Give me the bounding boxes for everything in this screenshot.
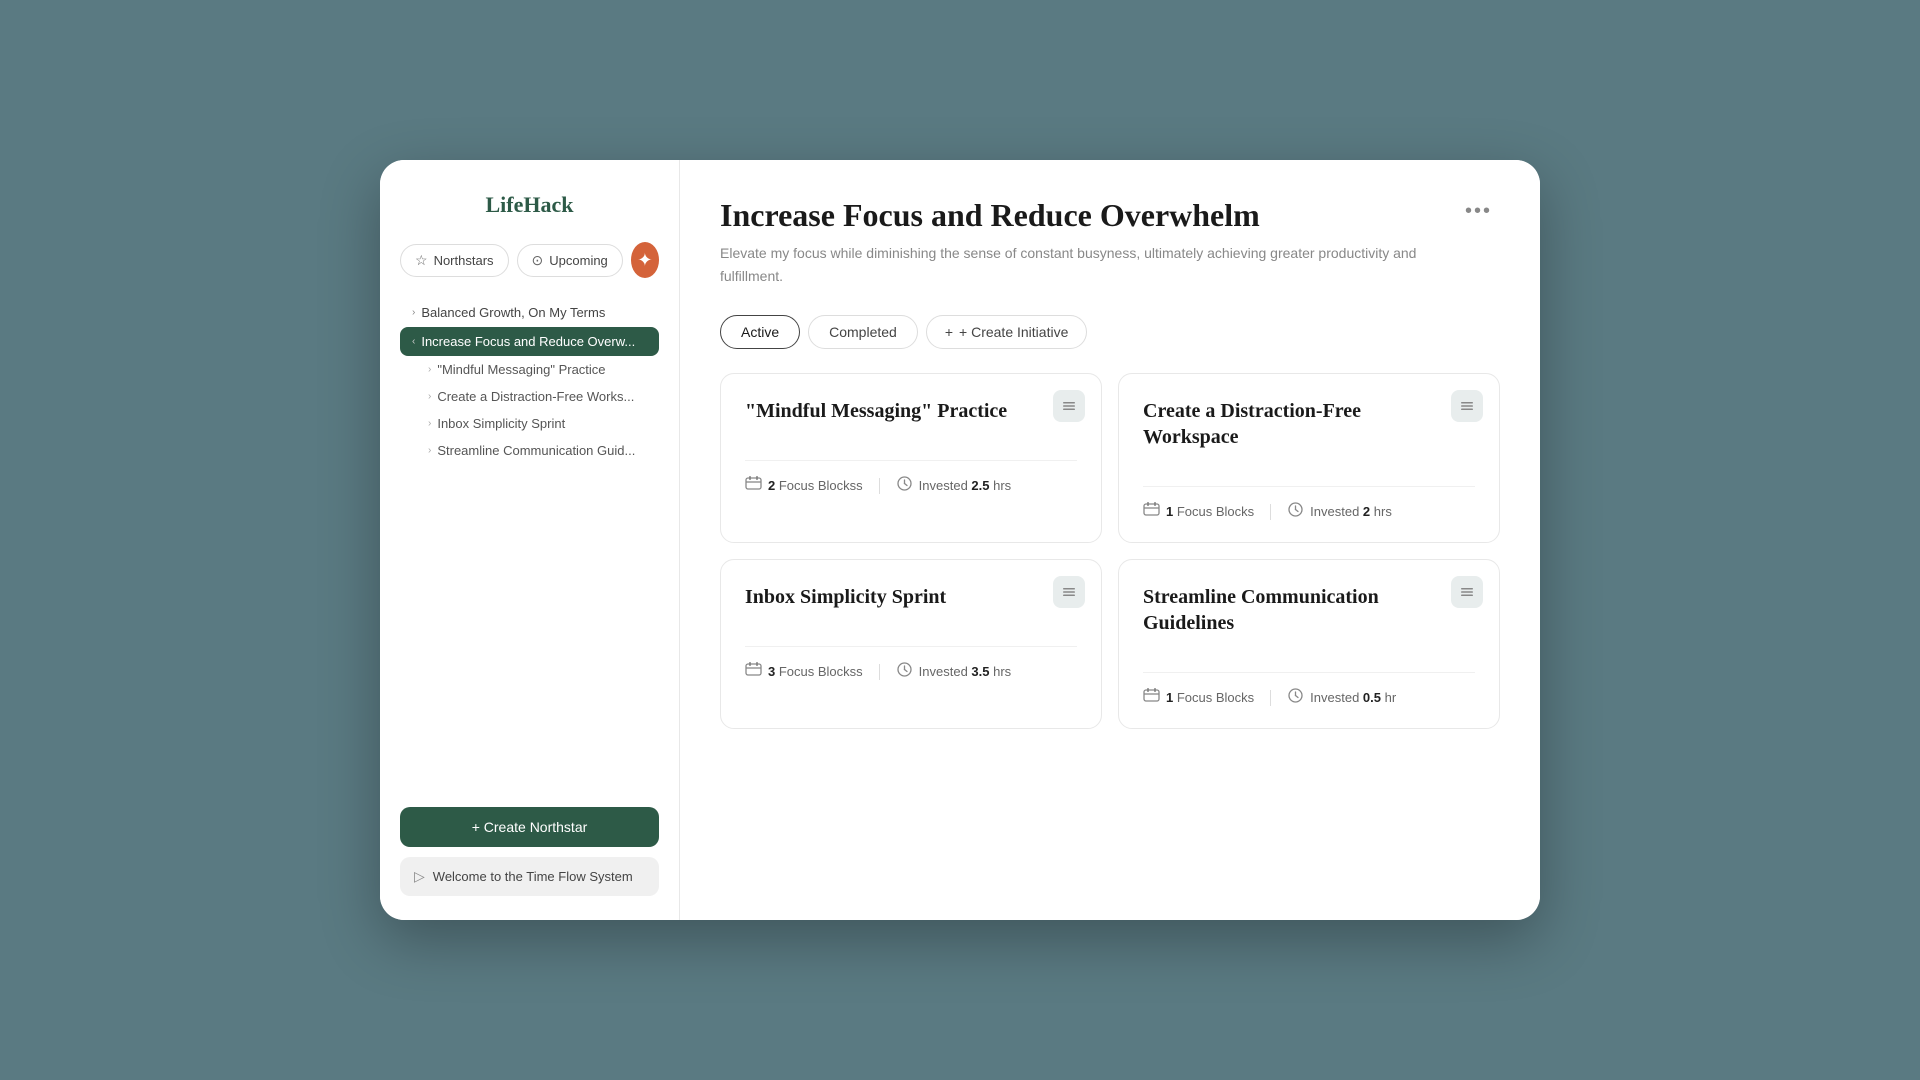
card-menu-button[interactable] (1053, 390, 1085, 422)
tree-child-inbox-simplicity[interactable]: › Inbox Simplicity Sprint (400, 410, 659, 437)
invested-value: Invested 2 hrs (1310, 504, 1392, 519)
device-frame: LifeHack ☆ Northstars ⊙ Upcoming ✦ › Bal… (380, 160, 1540, 920)
tab-completed[interactable]: Completed (808, 315, 918, 349)
invested-stat: Invested 3.5 hrs (896, 661, 1012, 682)
card-stats: 1 Focus Blocks Invested 2 hrs (1143, 486, 1475, 522)
main-header: Increase Focus and Reduce Overwhelm ••• (720, 196, 1500, 234)
invested-stat: Invested 2.5 hrs (896, 475, 1012, 496)
focus-blocks-count: 3 Focus Blockss (768, 664, 863, 679)
focus-blocks-stat: 3 Focus Blockss (745, 661, 863, 682)
upcoming-tab[interactable]: ⊙ Upcoming (517, 244, 623, 277)
more-menu-button[interactable]: ••• (1457, 196, 1500, 227)
invested-value: Invested 3.5 hrs (919, 664, 1012, 679)
tree-child-label: "Mindful Messaging" Practice (437, 362, 605, 377)
create-northstar-button[interactable]: + Create Northstar (400, 807, 659, 847)
chevron-icon: › (428, 391, 431, 402)
tab-bar: Active Completed + + Create Initiative (720, 315, 1500, 349)
clock-stat-icon (1287, 687, 1304, 708)
focus-blocks-stat: 1 Focus Blocks (1143, 687, 1254, 708)
focus-blocks-count: 1 Focus Blocks (1166, 690, 1254, 705)
page-description: Elevate my focus while diminishing the s… (720, 242, 1440, 287)
card-title: "Mindful Messaging" Practice (745, 398, 1077, 424)
card-menu-button[interactable] (1053, 576, 1085, 608)
tree-child-label: Create a Distraction-Free Works... (437, 389, 634, 404)
play-icon: ▷ (414, 868, 425, 885)
card-menu-button[interactable] (1451, 390, 1483, 422)
star-icon: ☆ (415, 252, 428, 269)
nav-tabs: ☆ Northstars ⊙ Upcoming ✦ (400, 242, 659, 278)
tree-item-balanced-growth[interactable]: › Balanced Growth, On My Terms (400, 298, 659, 327)
create-initiative-button[interactable]: + + Create Initiative (926, 315, 1088, 349)
card-title: Streamline Communication Guidelines (1143, 584, 1475, 636)
fab-icon: ✦ (637, 250, 652, 271)
plus-icon: + (945, 324, 953, 340)
stat-divider (1270, 504, 1271, 520)
tree-child-label: Inbox Simplicity Sprint (437, 416, 565, 431)
northstars-tab[interactable]: ☆ Northstars (400, 244, 509, 277)
stat-divider (879, 478, 880, 494)
initiative-card-streamline-comm: Streamline Communication Guidelines 1 Fo… (1118, 559, 1500, 729)
focus-blocks-icon (745, 475, 762, 496)
card-title: Create a Distraction-Free Workspace (1143, 398, 1475, 450)
focus-blocks-stat: 1 Focus Blocks (1143, 501, 1254, 522)
focus-blocks-count: 2 Focus Blockss (768, 478, 863, 493)
invested-value: Invested 0.5 hr (1310, 690, 1396, 705)
northstars-label: Northstars (434, 253, 494, 268)
chevron-icon: ‹ (412, 336, 415, 347)
stat-divider (1270, 690, 1271, 706)
upcoming-label: Upcoming (549, 253, 608, 268)
invested-stat: Invested 0.5 hr (1287, 687, 1396, 708)
card-title: Inbox Simplicity Sprint (745, 584, 1077, 610)
stat-divider (879, 664, 880, 680)
focus-blocks-icon (745, 661, 762, 682)
welcome-button[interactable]: ▷ Welcome to the Time Flow System (400, 857, 659, 896)
card-stats: 3 Focus Blockss Invested 3.5 hrs (745, 646, 1077, 682)
page-title: Increase Focus and Reduce Overwhelm (720, 196, 1260, 234)
focus-blocks-stat: 2 Focus Blockss (745, 475, 863, 496)
chevron-icon: › (412, 307, 415, 318)
chevron-icon: › (428, 418, 431, 429)
tree-child-distraction-free[interactable]: › Create a Distraction-Free Works... (400, 383, 659, 410)
fab-button[interactable]: ✦ (631, 242, 659, 278)
clock-stat-icon (1287, 501, 1304, 522)
tree-child-streamline-comm[interactable]: › Streamline Communication Guid... (400, 437, 659, 464)
initiative-card-inbox-simplicity: Inbox Simplicity Sprint 3 Focus Blockss (720, 559, 1102, 729)
tree-child-label: Streamline Communication Guid... (437, 443, 635, 458)
tree-item-increase-focus[interactable]: ‹ Increase Focus and Reduce Overw... (400, 327, 659, 356)
create-initiative-label: + Create Initiative (959, 324, 1068, 340)
chevron-icon: › (428, 364, 431, 375)
focus-blocks-icon (1143, 687, 1160, 708)
tree-item-label: Balanced Growth, On My Terms (421, 305, 605, 320)
welcome-label: Welcome to the Time Flow System (433, 869, 633, 884)
focus-blocks-icon (1143, 501, 1160, 522)
tree-item-label: Increase Focus and Reduce Overw... (421, 334, 635, 349)
tree-section: › Balanced Growth, On My Terms ‹ Increas… (400, 298, 659, 791)
invested-value: Invested 2.5 hrs (919, 478, 1012, 493)
main-content: Increase Focus and Reduce Overwhelm ••• … (680, 160, 1540, 920)
clock-stat-icon (896, 661, 913, 682)
tree-child-mindful-messaging[interactable]: › "Mindful Messaging" Practice (400, 356, 659, 383)
clock-icon: ⊙ (532, 252, 544, 269)
card-stats: 1 Focus Blocks Invested 0.5 hr (1143, 672, 1475, 708)
app-logo: LifeHack (400, 192, 659, 218)
card-stats: 2 Focus Blockss Invested 2.5 hrs (745, 460, 1077, 496)
initiatives-grid: "Mindful Messaging" Practice 2 Focus Blo… (720, 373, 1500, 729)
chevron-icon: › (428, 445, 431, 456)
initiative-card-distraction-free: Create a Distraction-Free Workspace 1 Fo… (1118, 373, 1500, 543)
initiative-card-mindful-messaging: "Mindful Messaging" Practice 2 Focus Blo… (720, 373, 1102, 543)
card-menu-button[interactable] (1451, 576, 1483, 608)
invested-stat: Invested 2 hrs (1287, 501, 1392, 522)
clock-stat-icon (896, 475, 913, 496)
tab-active[interactable]: Active (720, 315, 800, 349)
focus-blocks-count: 1 Focus Blocks (1166, 504, 1254, 519)
sidebar: LifeHack ☆ Northstars ⊙ Upcoming ✦ › Bal… (380, 160, 680, 920)
